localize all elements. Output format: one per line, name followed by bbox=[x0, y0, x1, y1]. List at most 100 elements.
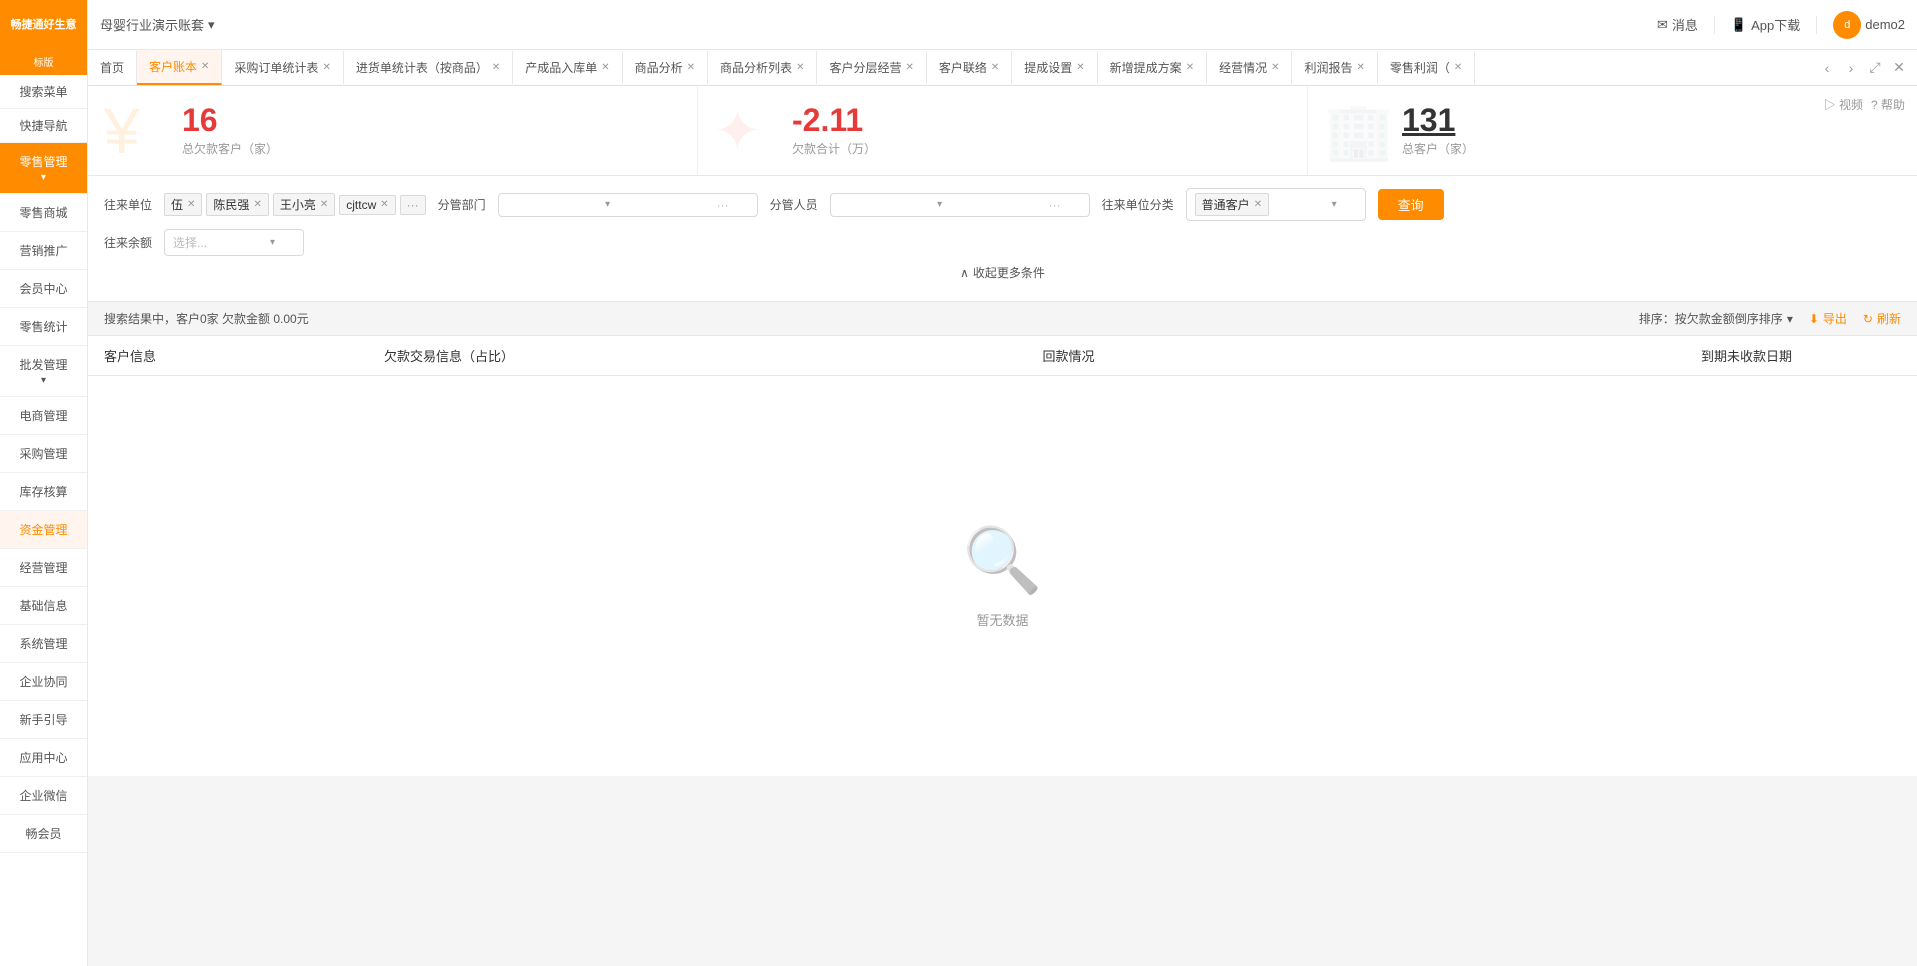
collapse-label: 收起更多条件 bbox=[973, 264, 1045, 281]
unit-tag-cjttcw[interactable]: cjttcw ✕ bbox=[339, 195, 395, 215]
sidebar-item-app-center[interactable]: 应用中心 bbox=[0, 739, 87, 777]
main-area: 母婴行业演示账套 ▾ ✉ 消息 📱 App下载 d demo2 首页 bbox=[88, 0, 1917, 966]
dept-clear-btn[interactable]: ··· bbox=[717, 198, 729, 212]
tab-product-analysis-list[interactable]: 商品分析列表 ✕ bbox=[708, 51, 817, 84]
message-icon: ✉ bbox=[1657, 17, 1668, 33]
tab-home[interactable]: 首页 bbox=[88, 51, 137, 84]
sidebar-item-ecom-mgmt[interactable]: 电商管理 bbox=[0, 397, 87, 435]
sidebar-item-purchase-mgmt[interactable]: 采购管理 bbox=[0, 435, 87, 473]
unit-tag-wang[interactable]: 王小亮 ✕ bbox=[273, 193, 335, 216]
tab-purchase-stats[interactable]: 进货单统计表（按商品） ✕ bbox=[344, 51, 513, 84]
tab-scroll-right[interactable]: › bbox=[1841, 58, 1861, 78]
sidebar-item-marketing[interactable]: 营销推广 bbox=[0, 232, 87, 270]
unit-tag-chen-remove[interactable]: ✕ bbox=[253, 199, 261, 210]
tab-profit-report-label: 利润报告 bbox=[1304, 59, 1352, 76]
refresh-btn[interactable]: ↻ 刷新 bbox=[1863, 310, 1901, 327]
video-btn[interactable]: ▷ 视频 bbox=[1824, 96, 1863, 113]
tab-profit-report[interactable]: 利润报告 ✕ bbox=[1292, 51, 1377, 84]
tab-customer-tier-close[interactable]: ✕ bbox=[905, 62, 913, 73]
tab-product-analysis[interactable]: 商品分析 ✕ bbox=[623, 51, 708, 84]
tab-scroll-left[interactable]: ‹ bbox=[1817, 58, 1837, 78]
unit-tag-wu[interactable]: 伍 ✕ bbox=[164, 193, 202, 216]
unit-tags-more[interactable]: ··· bbox=[400, 195, 426, 215]
person-dropdown-arrow: ▾ bbox=[937, 199, 942, 210]
sidebar-item-enterprise-coop[interactable]: 企业协同 bbox=[0, 663, 87, 701]
balance-filter-select[interactable]: 选择... ▾ bbox=[164, 229, 304, 256]
tab-customer-contact[interactable]: 客户联络 ✕ bbox=[927, 51, 1012, 84]
tab-customer-account[interactable]: 客户账本 ✕ bbox=[137, 50, 222, 85]
tab-product-inbound[interactable]: 产成品入库单 ✕ bbox=[513, 51, 622, 84]
tab-expand[interactable]: ⤢ bbox=[1865, 58, 1885, 78]
app-center-label: 应用中心 bbox=[6, 749, 81, 766]
app-download-label: App下载 bbox=[1751, 15, 1800, 34]
sidebar-item-basic-info[interactable]: 基础信息 bbox=[0, 587, 87, 625]
logo-text: 畅捷通好生意 bbox=[11, 18, 77, 32]
unit-filter-label: 往来单位 bbox=[104, 196, 152, 213]
member-center-label: 会员中心 bbox=[6, 280, 81, 297]
export-btn[interactable]: ⬇ 导出 bbox=[1809, 310, 1847, 327]
tab-new-promotion[interactable]: 新增提成方案 ✕ bbox=[1098, 51, 1207, 84]
tab-promotion-settings-label: 提成设置 bbox=[1024, 59, 1072, 76]
tab-customer-tier[interactable]: 客户分层经营 ✕ bbox=[817, 51, 926, 84]
unit-tag-wu-remove[interactable]: ✕ bbox=[187, 199, 195, 210]
tab-product-analysis-close[interactable]: ✕ bbox=[687, 62, 695, 73]
sidebar-item-fund-mgmt[interactable]: 资金管理 bbox=[0, 511, 87, 549]
user-name: demo2 bbox=[1865, 17, 1905, 32]
sidebar-item-inventory[interactable]: 库存核算 bbox=[0, 473, 87, 511]
help-btn[interactable]: ? 帮助 bbox=[1871, 96, 1905, 113]
sidebar-item-search-menu[interactable]: 搜索菜单 bbox=[0, 75, 87, 109]
tab-purchase-order[interactable]: 采购订单统计表 ✕ bbox=[222, 51, 343, 84]
sidebar-item-sys-mgmt[interactable]: 系统管理 bbox=[0, 625, 87, 663]
tab-ops-situation-close[interactable]: ✕ bbox=[1271, 62, 1279, 73]
sidebar-item-wholesale-mgmt[interactable]: 批发管理 ▾ bbox=[0, 346, 87, 397]
table-header: 客户信息 欠款交易信息（占比） 回款情况 到期未收款日期 bbox=[88, 336, 1917, 376]
sidebar-item-new-guide[interactable]: 新手引导 bbox=[0, 701, 87, 739]
retail-store-label: 零售商城 bbox=[6, 204, 81, 221]
retail-stats-label: 零售统计 bbox=[6, 318, 81, 335]
sort-select[interactable]: 排序：按欠款金额倒序排序 ▾ bbox=[1639, 310, 1793, 327]
sidebar-item-enterprise-wechat[interactable]: 企业微信 bbox=[0, 777, 87, 815]
person-filter-label: 分管人员 bbox=[770, 196, 818, 213]
category-filter-select[interactable]: 普通客户 ✕ ▾ bbox=[1186, 188, 1366, 221]
tab-purchase-stats-close[interactable]: ✕ bbox=[492, 62, 500, 73]
unit-tag-wang-remove[interactable]: ✕ bbox=[320, 199, 328, 210]
tab-new-promotion-close[interactable]: ✕ bbox=[1186, 62, 1194, 73]
sidebar-item-retail-stats[interactable]: 零售统计 bbox=[0, 308, 87, 346]
sidebar-item-vip-member[interactable]: 畅会员 bbox=[0, 815, 87, 853]
video-label: 视频 bbox=[1839, 98, 1863, 112]
collapse-btn[interactable]: ∧ 收起更多条件 bbox=[104, 264, 1901, 281]
page-content: ¥ 16 总欠款客户（家） ✦ -2.11 欠款合计（万） 🏢 131 bbox=[88, 86, 1917, 966]
category-tag[interactable]: 普通客户 ✕ bbox=[1195, 193, 1269, 216]
messages-btn[interactable]: ✉ 消息 bbox=[1657, 15, 1698, 34]
category-tag-remove[interactable]: ✕ bbox=[1254, 199, 1262, 210]
unit-tag-chen[interactable]: 陈民强 ✕ bbox=[206, 193, 268, 216]
account-selector[interactable]: 母婴行业演示账套 ▾ bbox=[100, 15, 215, 34]
tab-product-inbound-close[interactable]: ✕ bbox=[601, 62, 609, 73]
sidebar-item-quick-nav[interactable]: 快捷导航 bbox=[0, 109, 87, 143]
sidebar-item-member-center[interactable]: 会员中心 bbox=[0, 270, 87, 308]
tab-profit-report-close[interactable]: ✕ bbox=[1357, 62, 1365, 73]
tab-promotion-settings[interactable]: 提成设置 ✕ bbox=[1012, 51, 1097, 84]
tab-retail-profit[interactable]: 零售利润（ ✕ bbox=[1378, 51, 1475, 84]
tab-purchase-order-close[interactable]: ✕ bbox=[322, 62, 330, 73]
marketing-label: 营销推广 bbox=[6, 242, 81, 259]
tab-customer-account-close[interactable]: ✕ bbox=[201, 61, 209, 72]
unit-tag-cjttcw-remove[interactable]: ✕ bbox=[380, 199, 388, 210]
tab-close-all[interactable]: ✕ bbox=[1889, 58, 1909, 78]
tab-retail-profit-close[interactable]: ✕ bbox=[1454, 62, 1462, 73]
stat-owe-total-number: -2.11 bbox=[792, 104, 876, 136]
dept-filter-select[interactable]: ▾ ··· bbox=[498, 193, 758, 217]
tab-promotion-settings-close[interactable]: ✕ bbox=[1076, 62, 1084, 73]
query-button[interactable]: 查询 bbox=[1378, 189, 1444, 220]
sidebar-item-ops-mgmt[interactable]: 经营管理 bbox=[0, 549, 87, 587]
tab-ops-situation[interactable]: 经营情况 ✕ bbox=[1207, 51, 1292, 84]
person-clear-btn[interactable]: ··· bbox=[1049, 198, 1061, 212]
tab-product-analysis-list-close[interactable]: ✕ bbox=[796, 62, 804, 73]
user-profile[interactable]: d demo2 bbox=[1833, 11, 1905, 39]
tab-customer-contact-close[interactable]: ✕ bbox=[991, 62, 999, 73]
sidebar-item-retail-mgmt[interactable]: 零售管理 ▾ bbox=[0, 143, 87, 194]
person-filter-select[interactable]: ▾ ··· bbox=[830, 193, 1090, 217]
sidebar-item-retail-store[interactable]: 零售商城 bbox=[0, 194, 87, 232]
app-download-btn[interactable]: 📱 App下载 bbox=[1731, 15, 1800, 34]
balance-filter-label: 往来余额 bbox=[104, 234, 152, 251]
